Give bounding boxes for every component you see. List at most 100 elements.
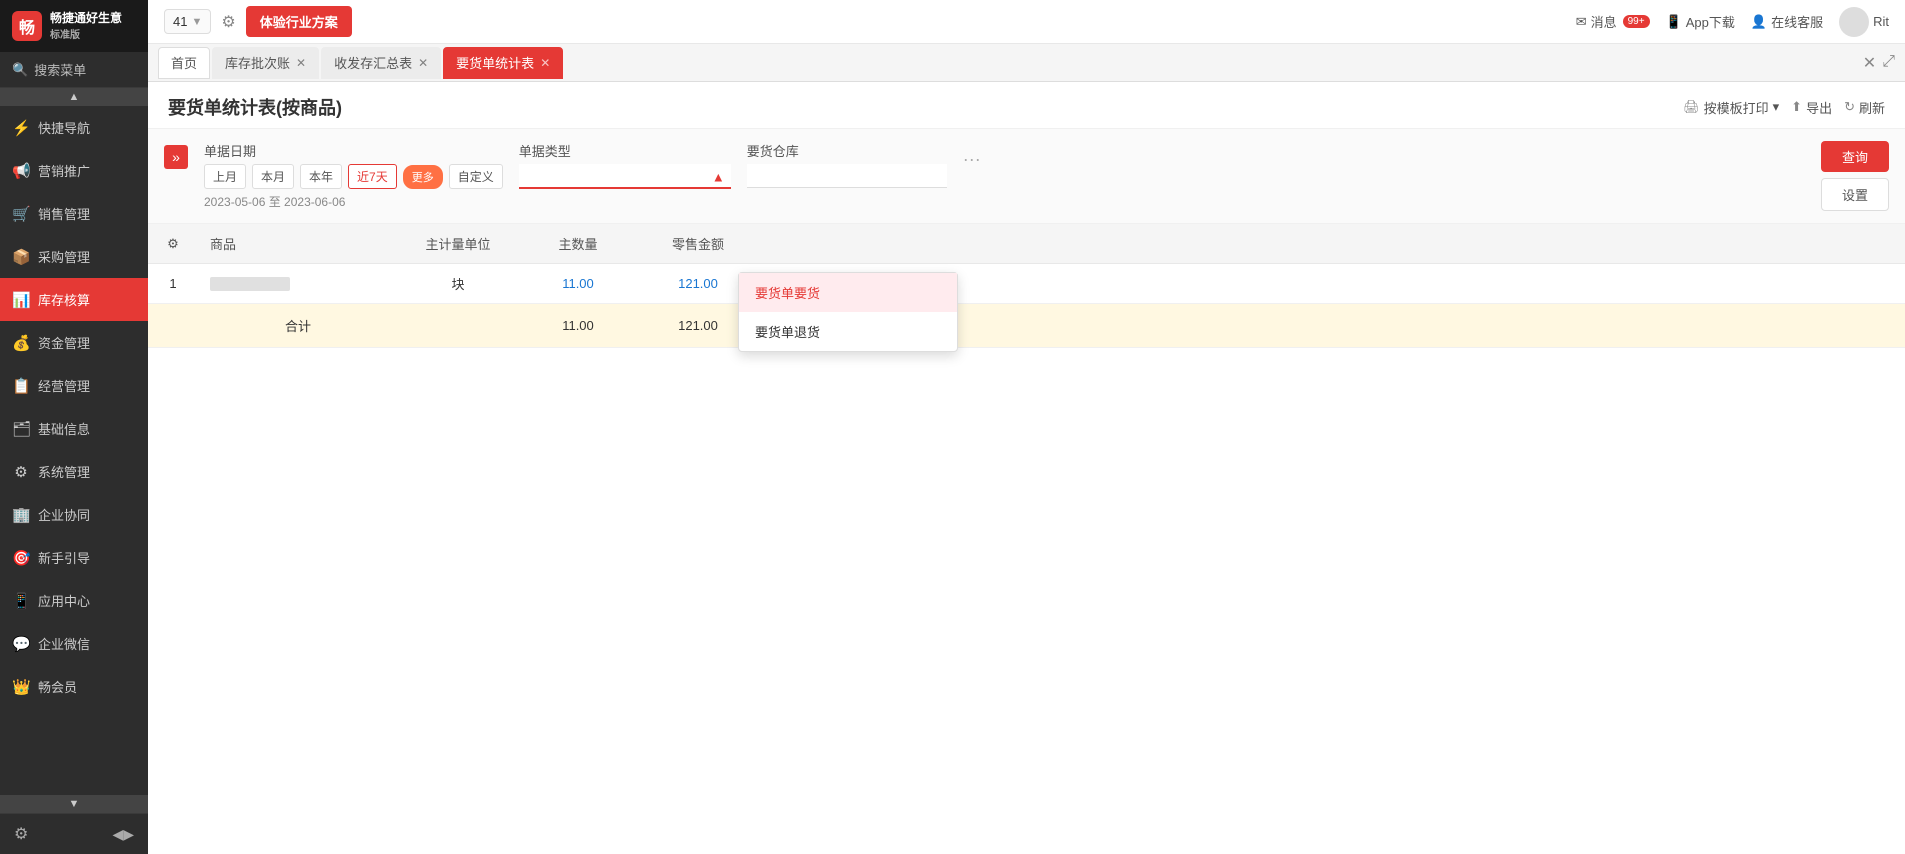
refresh-label: 刷新 [1859, 98, 1885, 117]
date-this-year-btn[interactable]: 本年 [300, 164, 342, 189]
tabs-bar: 首页 库存批次账 ✕ 收发存汇总表 ✕ 要货单统计表 ✕ ✕ ⤢ [148, 44, 1905, 82]
row-qty: 11.00 [518, 264, 638, 304]
type-dropdown: 要货单要货 要货单退货 [738, 272, 958, 352]
filter-expand-button[interactable]: » [164, 145, 188, 169]
sidebar-item-inventory[interactable]: 📊 库存核算 [0, 278, 148, 321]
trial-button[interactable]: 体验行业方案 [246, 6, 352, 37]
table-col-unit: 主计量单位 [398, 224, 518, 264]
table-col-settings[interactable]: ⚙ [148, 224, 198, 264]
system-icon: ⚙ [12, 463, 30, 481]
date-last-month-btn[interactable]: 上月 [204, 164, 246, 189]
enterprise-icon: 🏢 [12, 506, 30, 524]
row-goods [198, 264, 398, 304]
more-filters-btn[interactable]: ··· [963, 149, 981, 170]
filter-area: » 单据日期 上月 本月 本年 近7天 更多 自定义 2023-05-06 至 … [148, 129, 1905, 224]
online-service-action[interactable]: 👤 在线客服 [1751, 12, 1823, 31]
message-label: 消息 [1591, 12, 1617, 31]
sidebar-item-operations[interactable]: 📋 经营管理 [0, 364, 148, 407]
sidebar-item-label: 库存核算 [38, 290, 90, 309]
tab-inventory-batch-close[interactable]: ✕ [296, 56, 306, 70]
quick-nav-icon: ⚡ [12, 119, 30, 137]
tab-maximize[interactable]: ⤢ [1882, 53, 1895, 73]
sidebar-item-sales[interactable]: 🛒 销售管理 [0, 192, 148, 235]
main-area: 41 ▼ ⚙ 体验行业方案 ✉ 消息 99+ 📱 App下载 👤 在线客服 R [148, 0, 1905, 854]
date-this-month-btn[interactable]: 本月 [252, 164, 294, 189]
sidebar-item-quick-nav[interactable]: ⚡ 快捷导航 [0, 106, 148, 149]
sidebar-item-system[interactable]: ⚙ 系统管理 [0, 450, 148, 493]
user-menu[interactable]: Rit [1839, 7, 1889, 37]
refresh-btn[interactable]: ↻ 刷新 [1844, 98, 1885, 117]
footer-empty-2 [398, 304, 518, 348]
date-last-7days-btn[interactable]: 近7天 [348, 164, 397, 189]
type-filter-label: 单据类型 [519, 141, 731, 160]
sidebar-search[interactable]: 🔍 搜索菜单 [0, 52, 148, 88]
store-selector[interactable]: 41 ▼ [164, 9, 211, 34]
tab-inventory-batch[interactable]: 库存批次账 ✕ [212, 47, 319, 79]
user-name: Rit [1873, 14, 1889, 29]
page-title: 要货单统计表(按商品) [168, 94, 342, 120]
page-title-bar: 要货单统计表(按商品) 🖨 按模板打印 ▾ ⬆ 导出 ↻ 刷新 [148, 82, 1905, 129]
settings-gear-icon[interactable]: ⚙ [221, 12, 235, 32]
sidebar-item-enterprise[interactable]: 🏢 企业协同 [0, 493, 148, 536]
sidebar-item-wechat[interactable]: 💬 企业微信 [0, 622, 148, 665]
sidebar-item-app-center[interactable]: 📱 应用中心 [0, 579, 148, 622]
tab-close-all[interactable]: ✕ [1863, 53, 1876, 73]
table-settings-icon[interactable]: ⚙ [167, 236, 179, 251]
table-footer: 合计 11.00 121.00 [148, 304, 1905, 348]
date-filter-label: 单据日期 [204, 141, 503, 160]
tab-order-summary-close[interactable]: ✕ [540, 56, 550, 70]
app-download-label: App下载 [1686, 12, 1735, 31]
export-icon: ⬆ [1791, 99, 1802, 115]
print-label: 按模板打印 [1704, 98, 1769, 117]
print-template-btn[interactable]: 🖨 按模板打印 ▾ [1683, 98, 1779, 117]
tab-order-summary[interactable]: 要货单统计表 ✕ [443, 47, 563, 79]
export-btn[interactable]: ⬆ 导出 [1791, 98, 1832, 117]
tab-receive-summary[interactable]: 收发存汇总表 ✕ [321, 47, 441, 79]
query-button[interactable]: 查询 [1821, 141, 1889, 172]
table-footer-row: 合计 11.00 121.00 [148, 304, 1905, 348]
table-header-row: ⚙ 商品 主计量单位 主数量 零售金额 [148, 224, 1905, 264]
sidebar-item-beginner[interactable]: 🎯 新手引导 [0, 536, 148, 579]
basic-info-icon: 🗂 [12, 420, 30, 438]
row-amount-link[interactable]: 121.00 [678, 276, 718, 291]
logo-title: 畅捷通好生意 [50, 11, 122, 25]
warehouse-input[interactable] [747, 164, 947, 188]
sidebar-settings-icon[interactable]: ⚙ [14, 824, 28, 844]
row-qty-link[interactable]: 11.00 [562, 276, 594, 291]
dropdown-item-order-delivery[interactable]: 要货单要货 [739, 273, 957, 312]
type-filter-field: 单据类型 ▲ [519, 141, 731, 189]
sales-icon: 🛒 [12, 205, 30, 223]
beginner-icon: 🎯 [12, 549, 30, 567]
tab-receive-summary-close[interactable]: ✕ [418, 56, 428, 70]
tabs-right: ✕ ⤢ [1863, 53, 1895, 73]
sidebar-scroll-down[interactable]: ▼ [0, 795, 148, 813]
sidebar-item-member[interactable]: 👑 畅会员 [0, 665, 148, 708]
date-custom-btn[interactable]: 自定义 [449, 164, 503, 189]
sidebar-item-purchase[interactable]: 📦 采购管理 [0, 235, 148, 278]
sidebar-toggle-icon[interactable]: ◀▶ [112, 826, 134, 843]
filter-fields: 单据日期 上月 本月 本年 近7天 更多 自定义 2023-05-06 至 20… [204, 141, 1805, 210]
footer-empty-1 [148, 304, 198, 348]
date-more-btn[interactable]: 更多 [403, 165, 443, 189]
sidebar-item-label: 快捷导航 [38, 118, 90, 137]
sidebar-logo: 畅 畅捷通好生意 标准版 [0, 0, 148, 52]
page-content: 要货单统计表(按商品) 🖨 按模板打印 ▾ ⬆ 导出 ↻ 刷新 [148, 82, 1905, 854]
app-download-action[interactable]: 📱 App下载 [1666, 12, 1735, 31]
type-select-wrapper: ▲ [519, 164, 731, 189]
sidebar-item-finance[interactable]: 💰 资金管理 [0, 321, 148, 364]
data-table: ⚙ 商品 主计量单位 主数量 零售金额 1 [148, 224, 1905, 348]
app-download-icon: 📱 [1666, 14, 1682, 30]
sidebar: 畅 畅捷通好生意 标准版 🔍 搜索菜单 ▲ ⚡ 快捷导航 📢 营销推广 🛒 销售… [0, 0, 148, 854]
tab-home[interactable]: 首页 [158, 47, 210, 79]
dropdown-item-order-return[interactable]: 要货单退货 [739, 312, 957, 351]
type-select-input[interactable] [519, 164, 731, 189]
setting-button[interactable]: 设置 [1821, 178, 1889, 211]
print-chevron-icon: ▾ [1773, 99, 1780, 115]
sidebar-scroll-up[interactable]: ▲ [0, 88, 148, 106]
sidebar-item-basic-info[interactable]: 🗂 基础信息 [0, 407, 148, 450]
message-action[interactable]: ✉ 消息 99+ [1576, 12, 1650, 31]
dropdown-item-return-label: 要货单退货 [755, 325, 820, 340]
goods-name-placeholder [210, 277, 290, 291]
sidebar-item-label: 资金管理 [38, 333, 90, 352]
sidebar-item-marketing[interactable]: 📢 营销推广 [0, 149, 148, 192]
